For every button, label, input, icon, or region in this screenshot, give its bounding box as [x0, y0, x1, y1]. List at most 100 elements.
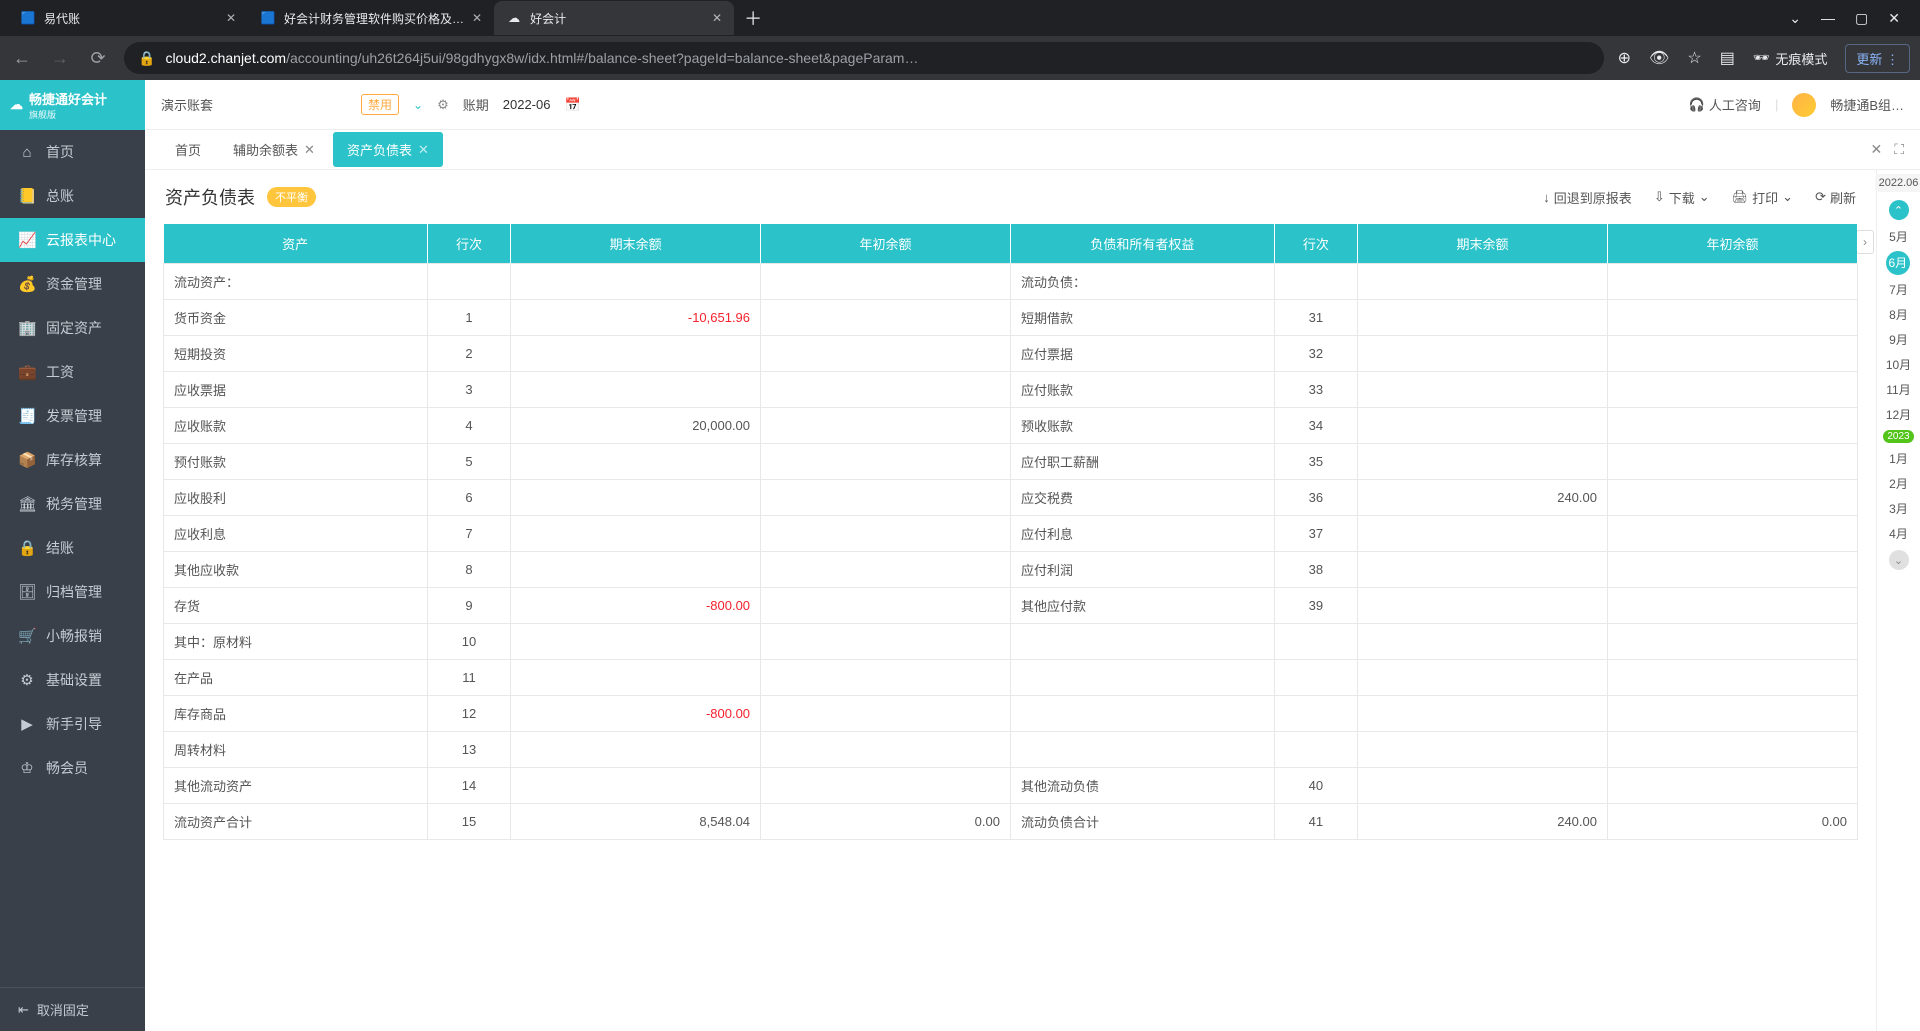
table-row[interactable]: 流动资产合计158,548.040.00流动负债合计41240.000.00	[164, 804, 1858, 840]
sidebar-item-11[interactable]: 🛒小畅报销	[0, 614, 145, 658]
tab-close-icon[interactable]: ✕	[472, 11, 482, 25]
table-row[interactable]: 预付账款5应付职工薪酬35	[164, 444, 1858, 480]
cell: 应付账款	[1010, 372, 1274, 408]
username[interactable]: 畅捷通B组…	[1830, 95, 1904, 114]
month-3月[interactable]: 3月	[1889, 496, 1908, 521]
new-tab-button[interactable]: ＋	[734, 5, 772, 31]
table-row[interactable]: 流动资产：流动负债：	[164, 264, 1858, 300]
sidebar-item-10[interactable]: 🗄归档管理	[0, 570, 145, 614]
sidebar-item-0[interactable]: ⌂首页	[0, 130, 145, 174]
sidebar-item-8[interactable]: 🏛税务管理	[0, 482, 145, 526]
refresh-button[interactable]: ⟳ 刷新	[1815, 188, 1856, 207]
brand-logo[interactable]: ☁ 畅捷通好会计 旗舰版	[0, 80, 145, 130]
window-minimize-icon[interactable]: —	[1821, 10, 1835, 27]
account-selector[interactable]: 演示账套	[161, 95, 213, 114]
sidebar-item-4[interactable]: 🏢固定资产	[0, 306, 145, 350]
month-9月[interactable]: 9月	[1886, 327, 1911, 352]
print-button[interactable]: 🖨 打印 ⌄	[1732, 188, 1793, 207]
sidebar-item-12[interactable]: ⚙基础设置	[0, 658, 145, 702]
lock-icon: 🔒	[138, 50, 155, 67]
scroll-right-icon[interactable]: ›	[1856, 230, 1874, 254]
calendar-icon[interactable]: 📅	[564, 97, 580, 113]
table-row[interactable]: 应收账款420,000.00预收账款34	[164, 408, 1858, 444]
browser-tab-2[interactable]: ☁好会计✕	[494, 1, 734, 35]
table-row[interactable]: 其他应收款8应付利润38	[164, 552, 1858, 588]
page-tab-0[interactable]: 首页	[161, 132, 215, 167]
cell	[1607, 516, 1857, 552]
nav-forward-icon[interactable]: →	[48, 48, 72, 69]
nav-back-icon[interactable]: ←	[10, 48, 34, 69]
period-value[interactable]: 2022-06	[503, 97, 551, 112]
sidebar-item-14[interactable]: ♔畅会员	[0, 746, 145, 790]
table-row[interactable]: 其他流动资产14其他流动负债40	[164, 768, 1858, 804]
nav-reload-icon[interactable]: ⟳	[86, 48, 110, 69]
eye-off-icon[interactable]: 👁	[1649, 48, 1669, 68]
month-12月[interactable]: 12月	[1886, 402, 1911, 427]
support-link[interactable]: 🎧 人工咨询	[1689, 95, 1761, 114]
close-tab-icon[interactable]: ✕	[1870, 141, 1882, 158]
month-1月[interactable]: 1月	[1889, 446, 1908, 471]
month-4月[interactable]: 4月	[1889, 521, 1908, 546]
sidebar-item-3[interactable]: 💰资金管理	[0, 262, 145, 306]
sidebar-item-7[interactable]: 📦库存核算	[0, 438, 145, 482]
sidebar-item-5[interactable]: 💼工资	[0, 350, 145, 394]
browser-tab-1[interactable]: 🟦好会计财务管理软件购买价格及…✕	[248, 1, 494, 35]
rail-down-icon[interactable]: ⌄	[1889, 550, 1909, 570]
sidebar-item-2[interactable]: 📈云报表中心	[0, 218, 145, 262]
avatar[interactable]	[1792, 93, 1816, 117]
month-6月[interactable]: 6月	[1886, 251, 1910, 275]
zoom-icon[interactable]: ⊕	[1618, 48, 1631, 68]
table-row[interactable]: 其中：原材料10	[164, 624, 1858, 660]
month-8月[interactable]: 8月	[1886, 302, 1911, 327]
year-chip[interactable]: 2022.06	[1875, 174, 1920, 192]
rail-up-icon[interactable]: ⌃	[1889, 200, 1909, 220]
table-row[interactable]: 应收票据3应付账款33	[164, 372, 1858, 408]
month-7月[interactable]: 7月	[1886, 277, 1911, 302]
sidebar-item-1[interactable]: 📒总账	[0, 174, 145, 218]
cell: 周转材料	[164, 732, 428, 768]
month-2月[interactable]: 2月	[1889, 471, 1908, 496]
page-tab-1[interactable]: 辅助余额表✕	[219, 132, 329, 167]
sidebar-item-13[interactable]: ▶新手引导	[0, 702, 145, 746]
tab-close-icon[interactable]: ✕	[712, 11, 722, 25]
tab-close-icon[interactable]: ✕	[226, 11, 236, 25]
table-row[interactable]: 应收利息7应付利息37	[164, 516, 1858, 552]
disabled-tag[interactable]: 禁用	[361, 94, 399, 115]
fullscreen-icon[interactable]: ⛶	[1894, 141, 1904, 158]
nav-label: 小畅报销	[46, 626, 102, 646]
download-button[interactable]: ⇩ 下载 ⌄	[1654, 188, 1710, 207]
window-maximize-icon[interactable]: ▢	[1855, 10, 1868, 27]
cell: 13	[427, 732, 510, 768]
page-tab-close-icon[interactable]: ✕	[418, 142, 429, 158]
chevron-down-icon[interactable]: ⌄	[413, 98, 423, 112]
cell	[1607, 480, 1857, 516]
table-row[interactable]: 货币资金1-10,651.96短期借款31	[164, 300, 1858, 336]
table-row[interactable]: 库存商品12-800.00	[164, 696, 1858, 732]
address-bar[interactable]: 🔒 cloud2.chanjet.com/accounting/uh26t264…	[124, 42, 1604, 74]
page-tab-2[interactable]: 资产负债表✕	[333, 132, 443, 167]
update-button[interactable]: 更新 ⋮	[1845, 44, 1910, 73]
sidebar-pin-toggle[interactable]: ⇤ 取消固定	[0, 987, 145, 1031]
table-row[interactable]: 存货9-800.00其他应付款39	[164, 588, 1858, 624]
window-close-icon[interactable]: ✕	[1888, 10, 1900, 27]
page-tab-close-icon[interactable]: ✕	[304, 142, 315, 158]
table-row[interactable]: 在产品11	[164, 660, 1858, 696]
star-icon[interactable]: ☆	[1687, 48, 1701, 68]
next-year-badge: 2023	[1883, 430, 1913, 443]
extension-icon[interactable]: ▤	[1720, 48, 1735, 68]
table-row[interactable]: 短期投资2应付票据32	[164, 336, 1858, 372]
month-11月[interactable]: 11月	[1886, 377, 1911, 402]
sidebar-item-6[interactable]: 🧾发票管理	[0, 394, 145, 438]
month-10月[interactable]: 10月	[1886, 352, 1911, 377]
browser-tab-0[interactable]: 🟦易代账✕	[8, 1, 248, 35]
month-5月[interactable]: 5月	[1886, 224, 1911, 249]
window-dropdown-icon[interactable]: ⌄	[1789, 10, 1801, 27]
table-row[interactable]: 应收股利6应交税费36240.00	[164, 480, 1858, 516]
sidebar-item-9[interactable]: 🔒结账	[0, 526, 145, 570]
gear-icon[interactable]: ⚙	[437, 97, 449, 113]
table-row[interactable]: 周转材料13	[164, 732, 1858, 768]
cell: 33	[1274, 372, 1357, 408]
nav-icon: ▶	[18, 715, 36, 733]
table-wrapper[interactable]: › 资产行次期末余额年初余额负债和所有者权益行次期末余额年初余额 流动资产：流动…	[145, 224, 1876, 1031]
revert-button[interactable]: ↓ 回退到原报表	[1543, 188, 1632, 207]
